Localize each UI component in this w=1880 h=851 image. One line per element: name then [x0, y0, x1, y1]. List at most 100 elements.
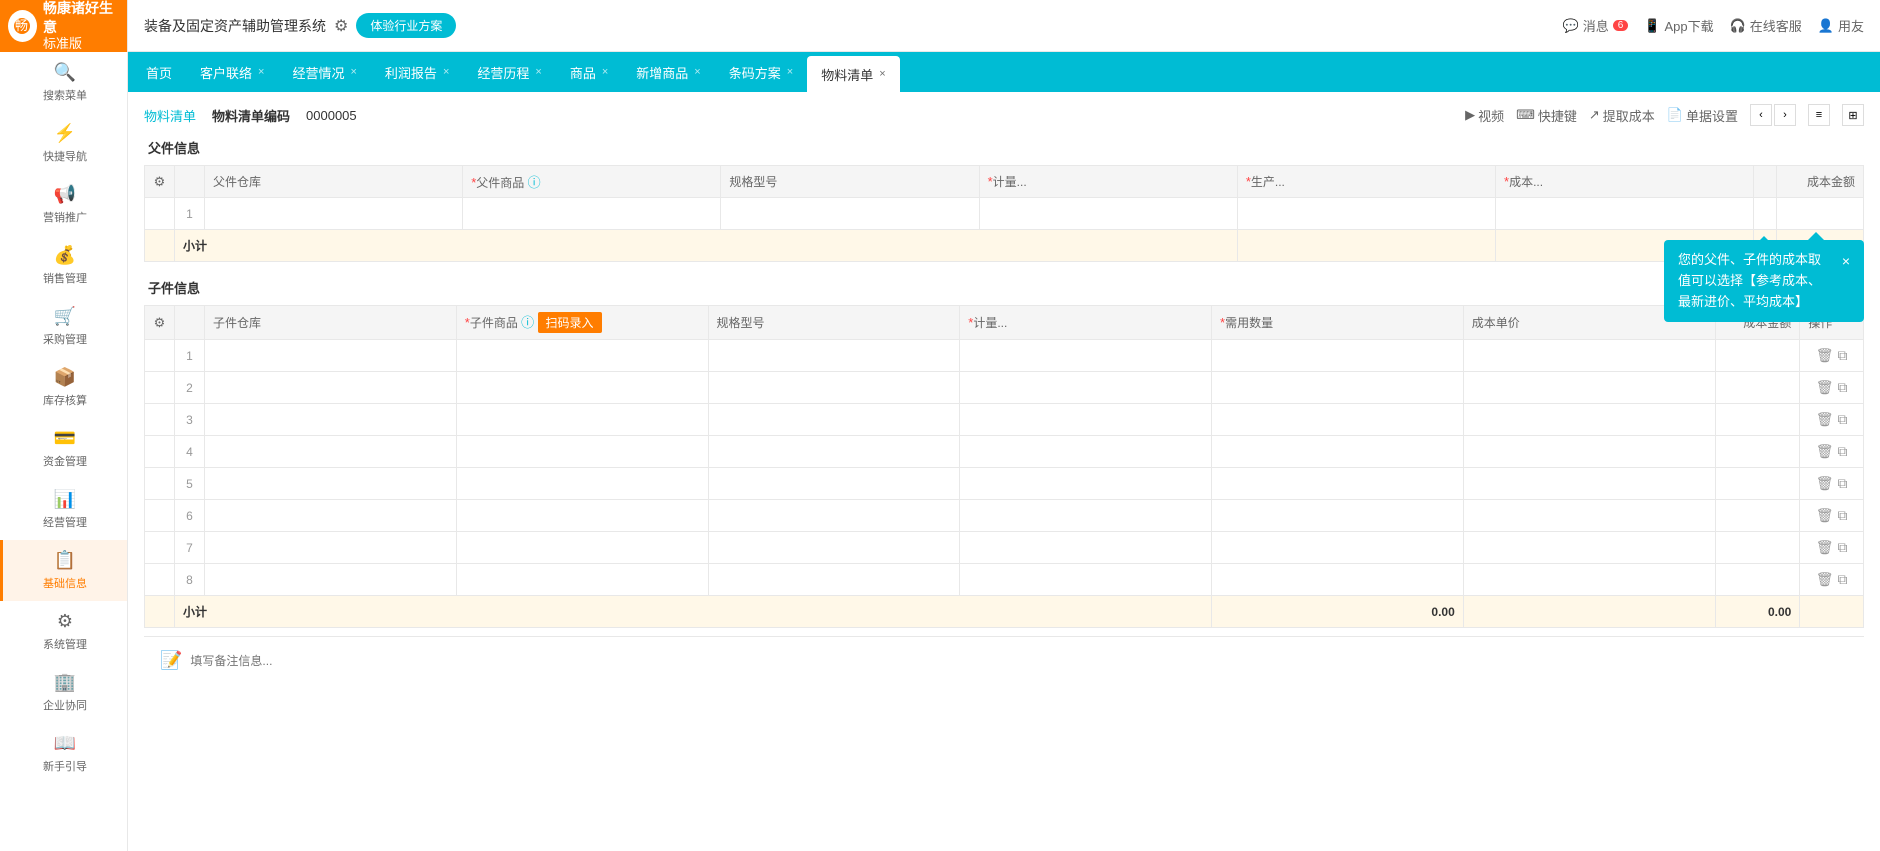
child-row7-unit-cost[interactable] [1463, 532, 1715, 564]
child-row2-unit-cost[interactable] [1463, 372, 1715, 404]
child-unit-1[interactable] [968, 348, 1203, 363]
prev-arrow[interactable]: ‹ [1750, 104, 1772, 126]
breadcrumb-link[interactable]: 物料清单 [144, 106, 196, 125]
tab-home[interactable]: 首页 [132, 52, 186, 92]
sidebar-item-finance[interactable]: 💳 资金管理 [0, 418, 127, 479]
tab-history-close[interactable]: × [535, 66, 541, 78]
copy-icon-8[interactable]: ⧉ [1838, 571, 1848, 588]
tab-barcode-close[interactable]: × [787, 66, 793, 78]
child-row5-spec[interactable] [708, 468, 960, 500]
child-row3-warehouse[interactable] [205, 404, 457, 436]
extract-cost-action[interactable]: ↗ 提取成本 [1589, 106, 1655, 125]
child-unit-7[interactable] [968, 540, 1203, 555]
scan-button[interactable]: 扫码录入 [538, 312, 602, 333]
child-row7-product[interactable] [456, 532, 708, 564]
child-row8-product[interactable] [456, 564, 708, 596]
gear-button[interactable]: ⚙ [334, 16, 348, 36]
shortcut-action[interactable]: ⌨ 快捷键 [1516, 106, 1577, 125]
child-row1-product[interactable] [456, 340, 708, 372]
child-row8-unit-cost[interactable] [1463, 564, 1715, 596]
child-qty-1[interactable] [1220, 348, 1455, 363]
child-row6-unit[interactable] [960, 500, 1212, 532]
delete-icon-1[interactable]: 🗑 [1816, 347, 1834, 364]
child-spec-5[interactable] [717, 476, 952, 491]
delete-icon-2[interactable]: 🗑 [1816, 379, 1834, 396]
child-row3-spec[interactable] [708, 404, 960, 436]
child-row3-unit[interactable] [960, 404, 1212, 436]
child-warehouse-1[interactable] [213, 348, 448, 363]
child-row1-warehouse[interactable] [205, 340, 457, 372]
child-row7-warehouse[interactable] [205, 532, 457, 564]
child-row1-qty[interactable] [1212, 340, 1464, 372]
child-row4-warehouse[interactable] [205, 436, 457, 468]
child-unit-cost-7[interactable] [1472, 540, 1707, 555]
tab-new-product-close[interactable]: × [694, 66, 700, 78]
child-row4-unit-cost[interactable] [1463, 436, 1715, 468]
child-warehouse-3[interactable] [213, 412, 448, 427]
child-row3-qty[interactable] [1212, 404, 1464, 436]
child-qty-8[interactable] [1220, 572, 1455, 587]
tab-history[interactable]: 经营历程 × [463, 52, 555, 92]
child-row8-spec[interactable] [708, 564, 960, 596]
tab-customer-close[interactable]: × [258, 66, 264, 78]
tab-product-close[interactable]: × [602, 66, 608, 78]
child-row5-qty[interactable] [1212, 468, 1464, 500]
tab-bom[interactable]: 物料清单 × [807, 56, 899, 92]
delete-icon-3[interactable]: 🗑 [1816, 411, 1834, 428]
child-row1-spec[interactable] [708, 340, 960, 372]
child-row6-spec[interactable] [708, 500, 960, 532]
copy-icon-5[interactable]: ⧉ [1838, 475, 1848, 492]
child-product-4[interactable] [465, 444, 700, 459]
copy-icon-2[interactable]: ⧉ [1838, 379, 1848, 396]
child-unit-cost-5[interactable] [1472, 476, 1707, 491]
child-warehouse-7[interactable] [213, 540, 448, 555]
child-unit-8[interactable] [968, 572, 1203, 587]
child-unit-cost-3[interactable] [1472, 412, 1707, 427]
child-row4-spec[interactable] [708, 436, 960, 468]
child-unit-6[interactable] [968, 508, 1203, 523]
tab-customer[interactable]: 客户联络 × [186, 52, 278, 92]
child-product-5[interactable] [465, 476, 700, 491]
child-spec-4[interactable] [717, 444, 952, 459]
app-download-area[interactable]: 📱 App下载 [1644, 16, 1713, 35]
child-warehouse-6[interactable] [213, 508, 448, 523]
child-unit-3[interactable] [968, 412, 1203, 427]
child-spec-1[interactable] [717, 348, 952, 363]
parent-production-input[interactable] [1246, 206, 1487, 221]
child-unit-5[interactable] [968, 476, 1203, 491]
child-warehouse-5[interactable] [213, 476, 448, 491]
child-row5-product[interactable] [456, 468, 708, 500]
message-area[interactable]: 💬 消息 6 [1563, 16, 1629, 35]
copy-icon-1[interactable]: ⧉ [1838, 347, 1848, 364]
view-action[interactable]: ▶ 视频 [1465, 106, 1504, 125]
child-unit-cost-8[interactable] [1472, 572, 1707, 587]
child-row7-spec[interactable] [708, 532, 960, 564]
sidebar-item-marketing[interactable]: 📢 营销推广 [0, 174, 127, 235]
user-area[interactable]: 👤 用友 [1818, 16, 1864, 35]
child-spec-2[interactable] [717, 380, 952, 395]
parent-row1-warehouse[interactable] [205, 198, 463, 230]
child-spec-6[interactable] [717, 508, 952, 523]
sidebar-item-search[interactable]: 🔍 搜索菜单 [0, 52, 127, 113]
child-unit-2[interactable] [968, 380, 1203, 395]
delete-icon-8[interactable]: 🗑 [1816, 571, 1834, 588]
copy-icon-7[interactable]: ⧉ [1838, 539, 1848, 556]
parent-cost-input[interactable] [1504, 206, 1745, 221]
sidebar-item-quick-nav[interactable]: ⚡ 快捷导航 [0, 113, 127, 174]
child-spec-3[interactable] [717, 412, 952, 427]
tab-bom-close[interactable]: × [879, 68, 885, 80]
child-row2-warehouse[interactable] [205, 372, 457, 404]
child-unit-4[interactable] [968, 444, 1203, 459]
child-row5-warehouse[interactable] [205, 468, 457, 500]
parent-row1-product[interactable] [463, 198, 721, 230]
child-warehouse-2[interactable] [213, 380, 448, 395]
child-row6-unit-cost[interactable] [1463, 500, 1715, 532]
note-input[interactable] [190, 654, 1848, 668]
child-row6-product[interactable] [456, 500, 708, 532]
child-product-1[interactable] [465, 348, 700, 363]
child-row4-unit[interactable] [960, 436, 1212, 468]
tab-new-product[interactable]: 新增商品 × [622, 52, 714, 92]
child-row5-unit-cost[interactable] [1463, 468, 1715, 500]
child-product-8[interactable] [465, 572, 700, 587]
grid-button[interactable]: ⊞ [1842, 104, 1864, 126]
